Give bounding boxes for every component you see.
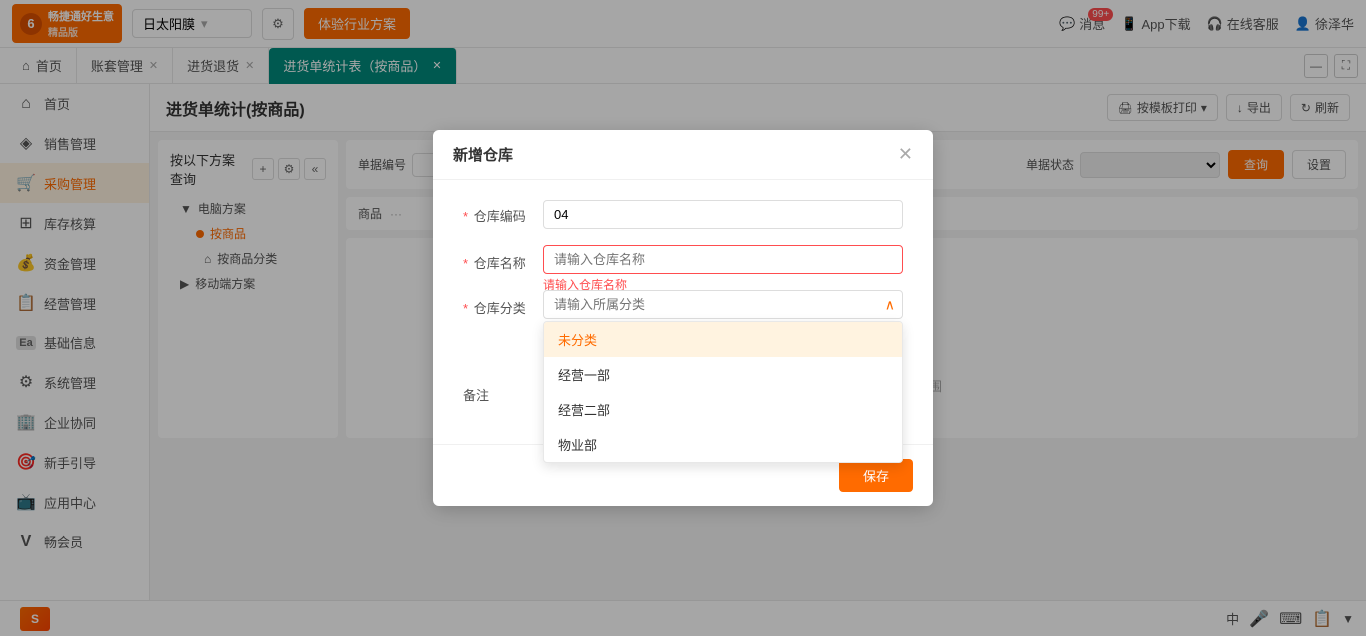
modal-title: 新增仓库	[453, 144, 513, 165]
warehouse-name-label: * 仓库名称	[463, 247, 543, 272]
modal-save-button[interactable]: 保存	[839, 459, 913, 492]
modal-header: 新增仓库 ✕	[433, 130, 933, 180]
warehouse-name-input[interactable]	[543, 245, 903, 274]
modal-body: * 仓库编码 * 仓库名称 请输入仓库名称 *	[433, 180, 933, 444]
warehouse-code-input[interactable]	[543, 200, 903, 229]
dropdown-item-unclassified[interactable]: 未分类	[544, 322, 902, 357]
modal-overlay: 新增仓库 ✕ * 仓库编码 * 仓库名称	[0, 0, 1366, 636]
dropdown-item-dept3[interactable]: 物业部	[544, 427, 902, 462]
modal-add-warehouse: 新增仓库 ✕ * 仓库编码 * 仓库名称	[433, 130, 933, 506]
warehouse-code-field: * 仓库编码	[463, 200, 903, 229]
warehouse-category-field: * 仓库分类 ∧ 未分类 经营一部 经营二部 物业部	[463, 290, 903, 319]
category-input[interactable]	[543, 290, 903, 319]
warehouse-code-label: * 仓库编码	[463, 200, 543, 225]
modal-close-button[interactable]: ✕	[898, 144, 913, 165]
dropdown-item-dept1[interactable]: 经营一部	[544, 357, 902, 392]
dropdown-item-dept2[interactable]: 经营二部	[544, 392, 902, 427]
warehouse-category-label: * 仓库分类	[463, 292, 543, 317]
warehouse-notes-label: 备注	[463, 379, 543, 404]
warehouse-name-field: * 仓库名称 请输入仓库名称	[463, 245, 903, 274]
category-input-wrapper: ∧ 未分类 经营一部 经营二部 物业部	[543, 290, 903, 319]
category-dropdown: 未分类 经营一部 经营二部 物业部	[543, 321, 903, 463]
